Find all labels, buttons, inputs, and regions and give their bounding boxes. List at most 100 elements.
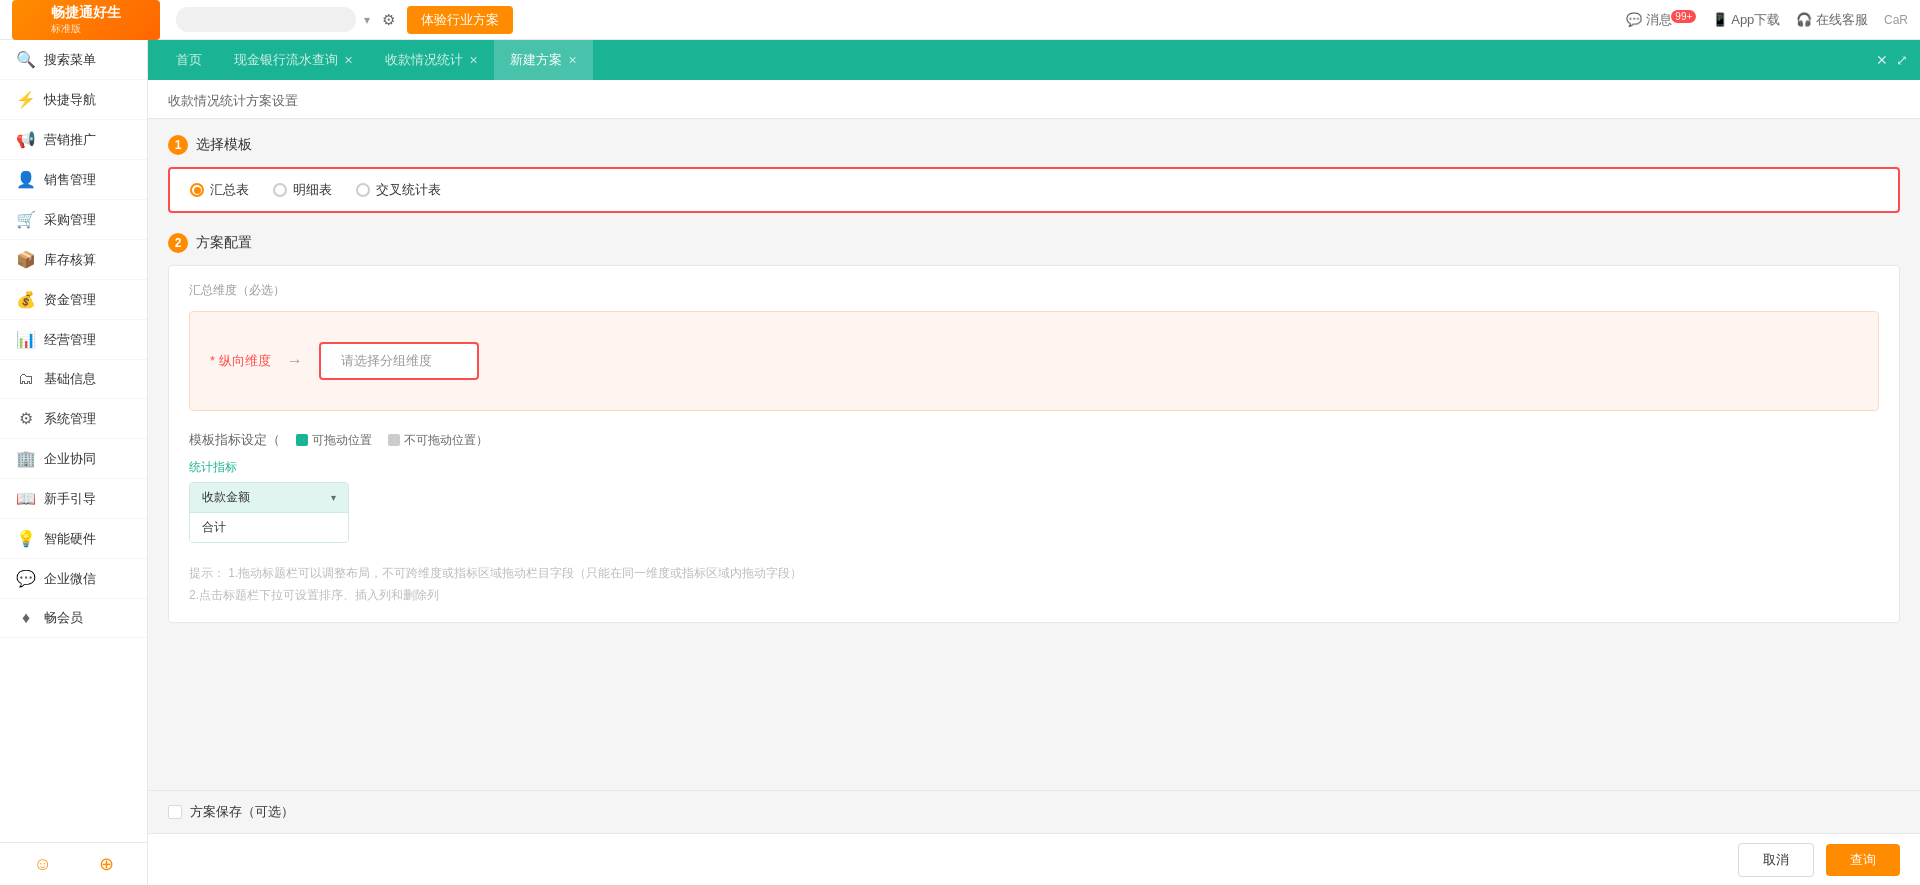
stats-table: 收款金额 ▾ 合计 <box>189 482 349 543</box>
bottom-bar: 取消 查询 <box>148 833 1920 885</box>
sidebar-item-8[interactable]: 🗂 基础信息 <box>0 360 147 399</box>
sidebar-item-2[interactable]: 📢 营销推广 <box>0 120 147 160</box>
close-window-icon[interactable]: ✕ <box>1876 52 1888 68</box>
section1-title: 选择模板 <box>196 136 252 154</box>
sidebar-label-3: 销售管理 <box>44 171 96 189</box>
stats-label: 统计指标 <box>189 459 1879 476</box>
drag-dot-green <box>296 434 308 446</box>
template-option-0[interactable]: 汇总表 <box>190 181 249 199</box>
tab-close-2[interactable]: ✕ <box>469 54 478 67</box>
sidebar-item-10[interactable]: 🏢 企业协同 <box>0 439 147 479</box>
online-support-button[interactable]: 🎧 在线客服 <box>1796 11 1868 29</box>
radio-label-2: 交叉统计表 <box>376 181 441 199</box>
sidebar-label-6: 资金管理 <box>44 291 96 309</box>
radio-huizongbiao[interactable] <box>190 183 204 197</box>
maximize-icon[interactable]: ⤢ <box>1896 52 1908 68</box>
stats-col-header-text: 收款金额 <box>202 489 250 506</box>
dim-group-select[interactable]: 请选择分组维度 <box>319 342 479 380</box>
trial-industry-button[interactable]: 体验行业方案 <box>407 6 513 34</box>
tab-2[interactable]: 收款情况统计 ✕ <box>369 40 494 80</box>
search-chevron-icon[interactable]: ▾ <box>364 13 370 27</box>
radio-jiaochatabiao[interactable] <box>356 183 370 197</box>
sidebar-icon-4: 🛒 <box>16 210 36 229</box>
template-option-2[interactable]: 交叉统计表 <box>356 181 441 199</box>
dimension-area: * 纵向维度 → 请选择分组维度 <box>189 311 1879 411</box>
sidebar-item-3[interactable]: 👤 销售管理 <box>0 160 147 200</box>
dimension-title: 汇总维度（必选） <box>189 282 1879 299</box>
sidebar-item-13[interactable]: 💬 企业微信 <box>0 559 147 599</box>
sidebar-icon-13: 💬 <box>16 569 36 588</box>
draggable-badge: 可拖动位置 <box>296 432 372 449</box>
sidebar-label-9: 系统管理 <box>44 410 96 428</box>
indicator-settings: 模板指标设定（ 可拖动位置 不可拖动位置） <box>189 431 1879 543</box>
main-layout: 🔍 搜索菜单 ⚡ 快捷导航 📢 营销推广 👤 销售管理 🛒 采购管理 📦 库存核… <box>0 40 1920 885</box>
sidebar-icon-2: 📢 <box>16 130 36 149</box>
sidebar-icon-12: 💡 <box>16 529 36 548</box>
sidebar-icon-3: 👤 <box>16 170 36 189</box>
section1-header: 1 选择模板 <box>168 135 1900 155</box>
sidebar-item-9[interactable]: ⚙ 系统管理 <box>0 399 147 439</box>
tab-close-3[interactable]: ✕ <box>568 54 577 67</box>
top-bar-right: 💬 消息 99+ 📱 App下载 🎧 在线客服 CaR <box>1626 11 1908 29</box>
sidebar-icon-5: 📦 <box>16 250 36 269</box>
app-download-button[interactable]: 📱 App下载 <box>1712 11 1780 29</box>
query-button[interactable]: 查询 <box>1826 844 1900 876</box>
template-selector: 汇总表 明细表 交叉统计表 <box>168 167 1900 213</box>
tab-bar: 首页现金银行流水查询 ✕收款情况统计 ✕新建方案 ✕ ✕ ⤢ <box>148 40 1920 80</box>
sidebar-item-12[interactable]: 💡 智能硬件 <box>0 519 147 559</box>
cancel-button[interactable]: 取消 <box>1738 843 1814 877</box>
settings-icon[interactable]: ⚙ <box>382 11 395 29</box>
logo-sub: 标准版 <box>51 22 121 36</box>
indicator-title-text: 模板指标设定（ <box>189 431 280 449</box>
save-checkbox-label: 方案保存（可选） <box>190 803 294 821</box>
sidebar-label-14: 畅会员 <box>44 609 83 627</box>
sidebar-item-4[interactable]: 🛒 采购管理 <box>0 200 147 240</box>
tip-line2: 2.点击标题栏下拉可设置排序、插入列和删除列 <box>189 585 1879 607</box>
sidebar-item-11[interactable]: 📖 新手引导 <box>0 479 147 519</box>
sidebar-item-6[interactable]: 💰 资金管理 <box>0 280 147 320</box>
stats-table-row: 合计 <box>190 513 348 542</box>
section1-num: 1 <box>168 135 188 155</box>
sidebar-bottom: ☺ ⊕ <box>0 842 147 885</box>
tip-line1: 提示： 1.拖动标题栏可以调整布局，不可跨维度或指标区域拖动栏目字段（只能在同一… <box>189 563 1879 585</box>
tab-close-1[interactable]: ✕ <box>344 54 353 67</box>
tab-label-2: 收款情况统计 <box>385 51 463 69</box>
tab-1[interactable]: 现金银行流水查询 ✕ <box>218 40 369 80</box>
top-search-bar <box>176 7 356 32</box>
sidebar-icon-1: ⚡ <box>16 90 36 109</box>
tab-0[interactable]: 首页 <box>160 40 218 80</box>
sidebar-item-14[interactable]: ♦ 畅会员 <box>0 599 147 638</box>
section2-num: 2 <box>168 233 188 253</box>
sidebar-label-13: 企业微信 <box>44 570 96 588</box>
radio-mingxibiao[interactable] <box>273 183 287 197</box>
content-area: 首页现金银行流水查询 ✕收款情况统计 ✕新建方案 ✕ ✕ ⤢ 收款情况统计方案设… <box>148 40 1920 885</box>
sidebar-label-4: 采购管理 <box>44 211 96 229</box>
radio-label-1: 明细表 <box>293 181 332 199</box>
stats-chevron-icon[interactable]: ▾ <box>331 492 336 503</box>
template-option-1[interactable]: 明细表 <box>273 181 332 199</box>
sidebar-icon-0: 🔍 <box>16 50 36 69</box>
sidebar-icon-6: 💰 <box>16 290 36 309</box>
sidebar-bottom-icon2[interactable]: ⊕ <box>99 853 114 875</box>
tab-3[interactable]: 新建方案 ✕ <box>494 40 593 80</box>
indicator-label-row: 模板指标设定（ 可拖动位置 不可拖动位置） <box>189 431 1879 449</box>
stats-table-header[interactable]: 收款金额 ▾ <box>190 483 348 513</box>
sidebar-bottom-icon1[interactable]: ☺ <box>33 854 51 875</box>
sidebar-icon-11: 📖 <box>16 489 36 508</box>
page-content: 收款情况统计方案设置 1 选择模板 汇总表 明细表 <box>148 80 1920 833</box>
message-badge: 99+ <box>1671 10 1696 23</box>
save-checkbox[interactable] <box>168 805 182 819</box>
sidebar-label-8: 基础信息 <box>44 370 96 388</box>
sidebar-icon-14: ♦ <box>16 609 36 627</box>
sidebar-item-5[interactable]: 📦 库存核算 <box>0 240 147 280</box>
sidebar-item-0[interactable]: 🔍 搜索菜单 <box>0 40 147 80</box>
dim-row-label: * 纵向维度 <box>210 352 271 370</box>
sidebar-label-11: 新手引导 <box>44 490 96 508</box>
dim-arrow-icon: → <box>287 352 303 370</box>
section2-header: 2 方案配置 <box>168 233 1900 253</box>
section2-title: 方案配置 <box>196 234 252 252</box>
drag-dot-gray <box>388 434 400 446</box>
message-button[interactable]: 💬 消息 99+ <box>1626 11 1696 29</box>
sidebar-item-7[interactable]: 📊 经营管理 <box>0 320 147 360</box>
sidebar-item-1[interactable]: ⚡ 快捷导航 <box>0 80 147 120</box>
